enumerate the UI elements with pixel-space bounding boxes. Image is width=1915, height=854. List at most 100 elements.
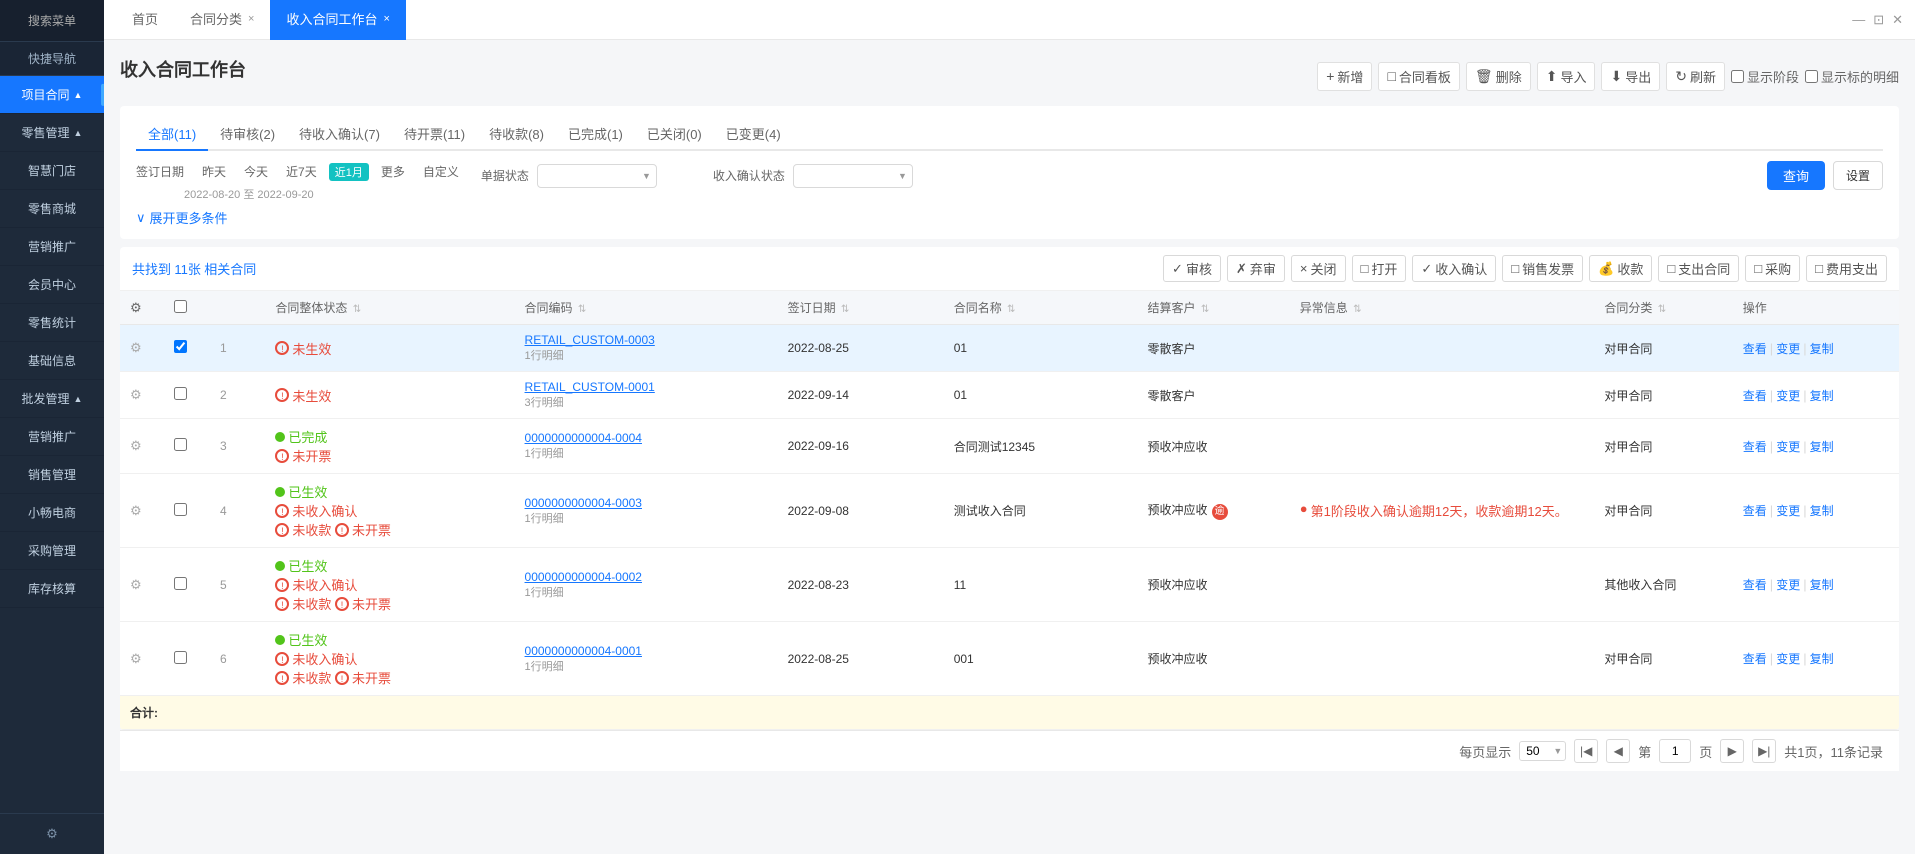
sidebar-item-member[interactable]: 会员中心 [0, 266, 104, 304]
last-page-btn[interactable]: ▶| [1752, 739, 1776, 763]
sort-code-icon[interactable]: ⇅ [578, 304, 586, 315]
edit-button[interactable]: 变更 [1776, 578, 1800, 592]
view-button[interactable]: 查看 [1743, 578, 1767, 592]
filter-tab-pending-confirm[interactable]: 待收入确认(7) [287, 118, 392, 149]
settings-button[interactable]: 设置 [1833, 161, 1883, 190]
row-checkbox[interactable] [174, 340, 187, 353]
prev-page-btn[interactable]: ◀ [1606, 739, 1630, 763]
gear-icon[interactable]: ⚙ [130, 300, 142, 315]
tab-income-workbench[interactable]: 收入合同工作台× [270, 0, 405, 40]
copy-button[interactable]: 复制 [1810, 440, 1834, 454]
contract-code-link[interactable]: 0000000000004-0002 [525, 570, 642, 584]
date-opt-today[interactable]: 今天 [238, 161, 274, 182]
sidebar-item-basic-info[interactable]: 基础信息 [0, 342, 104, 380]
row-gear-icon[interactable]: ⚙ [130, 438, 142, 453]
select-all-checkbox[interactable] [174, 300, 187, 313]
maximize-btn[interactable]: ⊡ [1873, 12, 1884, 28]
action-income-confirm-button[interactable]: ✓收入确认 [1412, 255, 1496, 282]
row-gear-icon[interactable]: ⚙ [130, 577, 142, 592]
import-button[interactable]: ⬆导入 [1537, 62, 1596, 91]
sort-customer-icon[interactable]: ⇅ [1201, 304, 1209, 315]
edit-button[interactable]: 变更 [1776, 389, 1800, 403]
action-review-button[interactable]: ✓审核 [1163, 255, 1221, 282]
sort-type-icon[interactable]: ⇅ [1658, 304, 1666, 315]
contract-code-link[interactable]: RETAIL_CUSTOM-0003 [525, 333, 655, 347]
row-checkbox[interactable] [174, 438, 187, 451]
close-btn[interactable]: ✕ [1892, 12, 1903, 28]
view-button[interactable]: 查看 [1743, 342, 1767, 356]
row-gear-icon[interactable]: ⚙ [130, 503, 142, 518]
filter-tab-closed[interactable]: 已关闭(0) [635, 118, 714, 149]
edit-button[interactable]: 变更 [1776, 504, 1800, 518]
sidebar-item-purchase[interactable]: 采购管理 [0, 532, 104, 570]
row-checkbox[interactable] [174, 577, 187, 590]
sidebar-item-marketing[interactable]: 营销推广 [0, 228, 104, 266]
row-gear-icon[interactable]: ⚙ [130, 651, 142, 666]
contract-code-link[interactable]: RETAIL_CUSTOM-0001 [525, 380, 655, 394]
contract-code-link[interactable]: 0000000000004-0004 [525, 431, 642, 445]
action-abandon-button[interactable]: ✗弃审 [1227, 255, 1285, 282]
sidebar-settings[interactable]: ⚙ [0, 813, 104, 854]
filter-tab-pending-review[interactable]: 待审核(2) [208, 118, 287, 149]
action-open-button[interactable]: □打开 [1352, 255, 1407, 282]
filter-tab-pending-payment[interactable]: 待收款(8) [477, 118, 556, 149]
action-expense-out-button[interactable]: □费用支出 [1806, 255, 1887, 282]
sidebar-item-sales-mgmt[interactable]: 销售管理 [0, 456, 104, 494]
show-details-checkbox[interactable] [1805, 70, 1818, 83]
next-page-btn[interactable]: ▶ [1720, 739, 1744, 763]
kanban-button[interactable]: □合同看板 [1378, 62, 1459, 91]
tab-contract-cat[interactable]: 合同分类× [174, 0, 270, 40]
edit-button[interactable]: 变更 [1776, 652, 1800, 666]
filter-tab-all[interactable]: 全部(11) [136, 118, 208, 151]
action-purchase-button[interactable]: □采购 [1745, 255, 1800, 282]
action-sales-invoice-button[interactable]: □销售发票 [1502, 255, 1583, 282]
sort-date-icon[interactable]: ⇅ [841, 304, 849, 315]
copy-button[interactable]: 复制 [1810, 578, 1834, 592]
sidebar-item-smart-store[interactable]: 智慧门店 [0, 152, 104, 190]
contract-code-link[interactable]: 0000000000004-0003 [525, 496, 642, 510]
sort-status-icon[interactable]: ⇅ [353, 304, 361, 315]
show-cols-checkbox-label[interactable]: 显示阶段 [1731, 67, 1799, 86]
sidebar-item-retail-stat[interactable]: 零售统计 [0, 304, 104, 342]
filter-tab-pending-invoice[interactable]: 待开票(11) [392, 118, 477, 149]
first-page-btn[interactable]: |◀ [1574, 739, 1598, 763]
refresh-button[interactable]: ↻刷新 [1666, 62, 1725, 91]
tab-home[interactable]: 首页 [116, 0, 174, 40]
copy-button[interactable]: 复制 [1810, 652, 1834, 666]
row-checkbox[interactable] [174, 387, 187, 400]
view-button[interactable]: 查看 [1743, 652, 1767, 666]
date-opt-yesterday[interactable]: 昨天 [196, 161, 232, 182]
edit-button[interactable]: 变更 [1776, 440, 1800, 454]
date-opt-last1m[interactable]: 近1月 [329, 163, 369, 181]
sidebar-item-retail[interactable]: 零售管理▲ [0, 114, 104, 152]
query-button[interactable]: 查询 [1767, 161, 1825, 190]
copy-button[interactable]: 复制 [1810, 389, 1834, 403]
delete-button[interactable]: 🗑删除 [1466, 62, 1531, 91]
doc-status-select[interactable] [537, 164, 657, 188]
sidebar-item-ecommerce[interactable]: 小畅电商 [0, 494, 104, 532]
row-checkbox[interactable] [174, 503, 187, 516]
date-opt-more[interactable]: 更多 [375, 161, 411, 182]
tab-close-income-workbench[interactable]: × [383, 13, 389, 25]
date-opt-last7[interactable]: 近7天 [280, 161, 323, 182]
view-button[interactable]: 查看 [1743, 389, 1767, 403]
row-gear-icon[interactable]: ⚙ [130, 387, 142, 402]
sidebar-search[interactable]: 搜索菜单 [0, 0, 104, 42]
filter-tab-completed[interactable]: 已完成(1) [556, 118, 635, 149]
sidebar-item-wholesale[interactable]: 批发管理▲ [0, 380, 104, 418]
income-status-select[interactable] [793, 164, 913, 188]
sidebar-item-mkt-promo[interactable]: 营销推广 [0, 418, 104, 456]
sidebar-item-retail-mall[interactable]: 零售商城 [0, 190, 104, 228]
contract-code-link[interactable]: 0000000000004-0001 [525, 644, 642, 658]
date-opt-custom[interactable]: 自定义 [417, 161, 465, 182]
expand-filters-btn[interactable]: ∨ 展开更多条件 [136, 208, 1883, 227]
action-close-button[interactable]: ×关闭 [1291, 255, 1346, 282]
sort-name-icon[interactable]: ⇅ [1007, 304, 1015, 315]
page-number-input[interactable] [1659, 739, 1691, 763]
sidebar-nav[interactable]: 快捷导航 [0, 42, 104, 76]
tab-close-contract-cat[interactable]: × [248, 13, 254, 25]
filter-tab-changed[interactable]: 已变更(4) [714, 118, 793, 149]
sidebar-item-inventory[interactable]: 库存核算 [0, 570, 104, 608]
edit-button[interactable]: 变更 [1776, 342, 1800, 356]
export-button[interactable]: ⬇导出 [1601, 62, 1660, 91]
